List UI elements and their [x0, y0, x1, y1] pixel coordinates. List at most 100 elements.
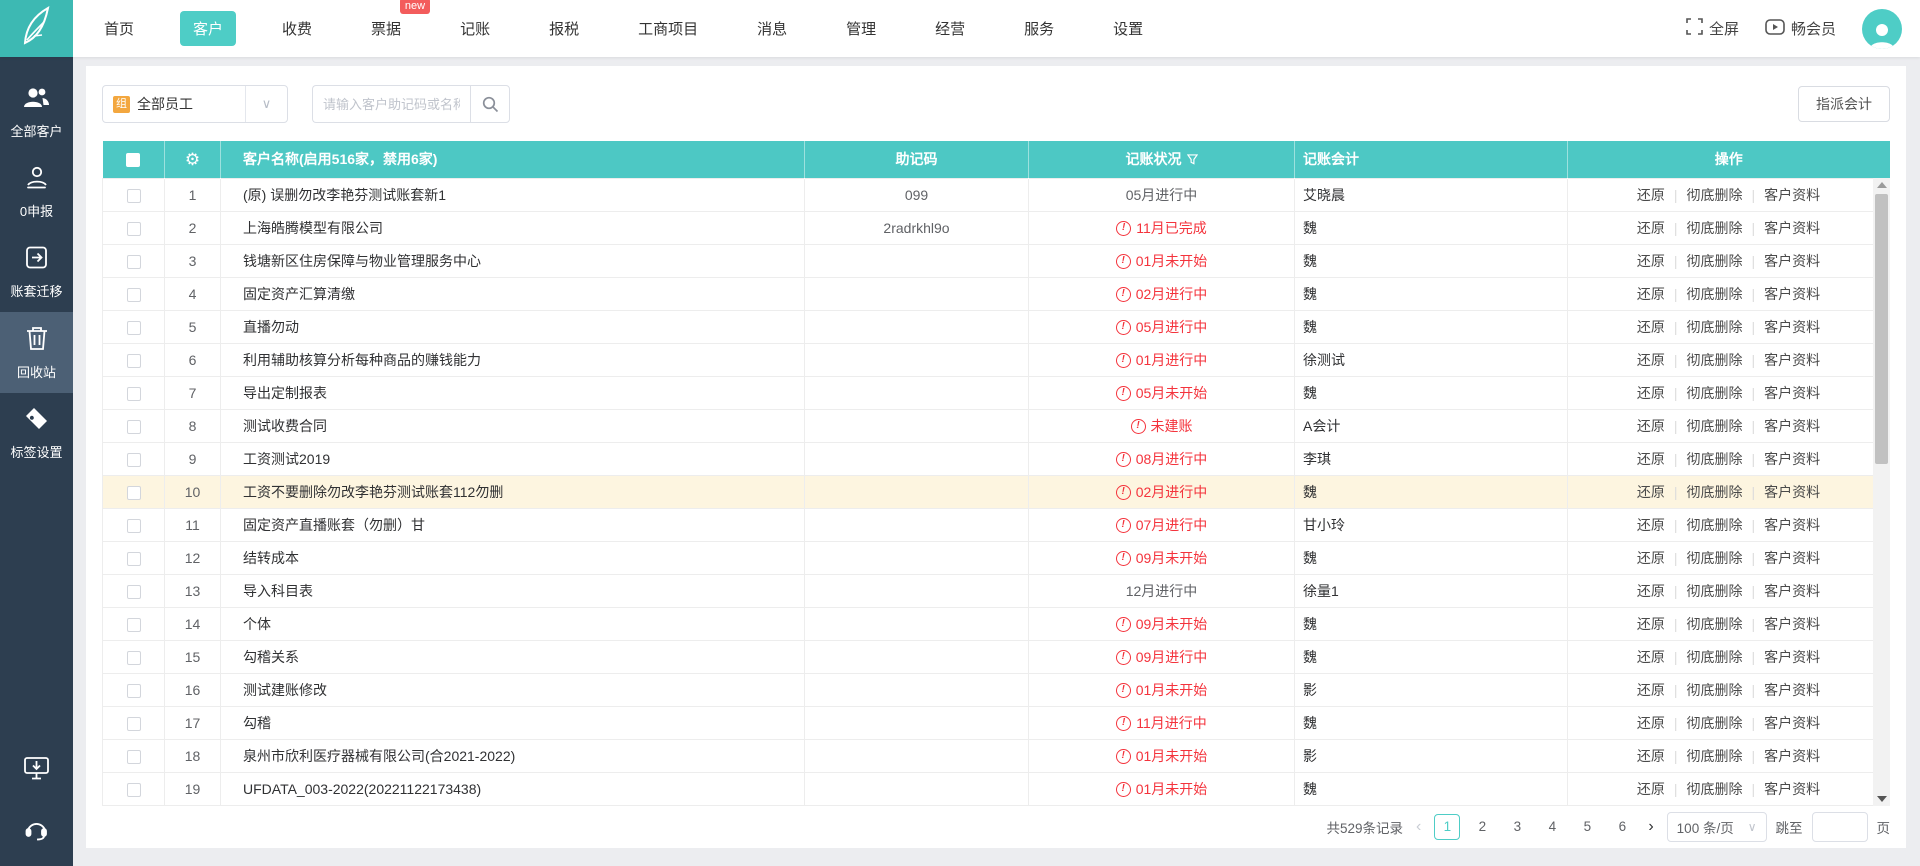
sidebar-item-标签设置[interactable]: 标签设置 [0, 393, 73, 473]
action-彻底删除[interactable]: 彻底删除 [1687, 781, 1743, 797]
action-客户资料[interactable]: 客户资料 [1764, 220, 1820, 236]
search-input[interactable] [312, 85, 470, 123]
action-客户资料[interactable]: 客户资料 [1764, 517, 1820, 533]
action-彻底删除[interactable]: 彻底删除 [1687, 253, 1743, 269]
page-4[interactable]: 4 [1539, 814, 1565, 840]
row-checkbox[interactable] [126, 254, 141, 269]
row-checkbox[interactable] [126, 518, 141, 533]
action-客户资料[interactable]: 客户资料 [1764, 352, 1820, 368]
action-还原[interactable]: 还原 [1637, 451, 1665, 467]
row-checkbox[interactable] [126, 551, 141, 566]
action-彻底删除[interactable]: 彻底删除 [1687, 319, 1743, 335]
app-logo[interactable] [0, 0, 73, 57]
action-彻底删除[interactable]: 彻底删除 [1687, 385, 1743, 401]
row-checkbox[interactable] [126, 353, 141, 368]
action-客户资料[interactable]: 客户资料 [1764, 451, 1820, 467]
row-checkbox[interactable] [126, 584, 141, 599]
page-1[interactable]: 1 [1434, 813, 1461, 840]
action-还原[interactable]: 还原 [1637, 253, 1665, 269]
row-checkbox[interactable] [126, 386, 141, 401]
action-客户资料[interactable]: 客户资料 [1764, 319, 1820, 335]
action-还原[interactable]: 还原 [1637, 484, 1665, 500]
nav-item-首页[interactable]: 首页 [91, 11, 147, 46]
action-还原[interactable]: 还原 [1637, 583, 1665, 599]
row-checkbox[interactable] [126, 683, 141, 698]
action-还原[interactable]: 还原 [1637, 187, 1665, 203]
jump-page-input[interactable] [1811, 811, 1868, 842]
row-checkbox[interactable] [126, 188, 141, 203]
next-page-button[interactable]: › [1644, 818, 1657, 836]
action-彻底删除[interactable]: 彻底删除 [1687, 748, 1743, 764]
action-还原[interactable]: 还原 [1637, 220, 1665, 236]
search-button[interactable] [470, 85, 510, 123]
customer-name[interactable]: 利用辅助核算分析每种商品的赚钱能力 [220, 342, 805, 377]
action-还原[interactable]: 还原 [1637, 616, 1665, 632]
row-checkbox[interactable] [126, 320, 141, 335]
customer-name[interactable]: 测试收费合同 [220, 408, 805, 443]
action-还原[interactable]: 还原 [1637, 352, 1665, 368]
action-客户资料[interactable]: 客户资料 [1764, 550, 1820, 566]
customer-name[interactable]: 测试建账修改 [220, 672, 805, 707]
row-checkbox[interactable] [126, 782, 141, 797]
page-6[interactable]: 6 [1609, 814, 1635, 840]
row-checkbox[interactable] [126, 452, 141, 467]
action-客户资料[interactable]: 客户资料 [1764, 187, 1820, 203]
customer-name[interactable]: UFDATA_003-2022(20221122173438) [220, 771, 805, 806]
action-客户资料[interactable]: 客户资料 [1764, 748, 1820, 764]
customer-name[interactable]: 工资不要删除勿改李艳芬测试账套112勿删 [220, 474, 805, 509]
sidebar-item-回收站[interactable]: 回收站 [0, 312, 73, 393]
row-checkbox[interactable] [126, 287, 141, 302]
action-彻底删除[interactable]: 彻底删除 [1687, 649, 1743, 665]
action-彻底删除[interactable]: 彻底删除 [1687, 352, 1743, 368]
row-checkbox[interactable] [126, 617, 141, 632]
action-彻底删除[interactable]: 彻底删除 [1687, 517, 1743, 533]
prev-page-button[interactable]: ‹ [1412, 818, 1425, 836]
member-button[interactable]: 畅会员 [1765, 18, 1836, 39]
nav-item-报税[interactable]: 报税 [536, 11, 592, 46]
sidebar-item-全部客户[interactable]: 全部客户 [0, 73, 73, 152]
customer-name[interactable]: 直播勿动 [220, 309, 805, 344]
support-icon[interactable] [24, 816, 49, 846]
sidebar-item-账套迁移[interactable]: 账套迁移 [0, 232, 73, 312]
header-status[interactable]: 记账状况 [1028, 141, 1295, 178]
customer-name[interactable]: 工资测试2019 [220, 441, 805, 476]
customer-name[interactable]: 上海皓腾模型有限公司 [220, 210, 805, 245]
customer-name[interactable]: 导出定制报表 [220, 375, 805, 410]
customer-name[interactable]: 固定资产汇算清缴 [220, 276, 805, 311]
action-还原[interactable]: 还原 [1637, 682, 1665, 698]
customer-name[interactable]: 钱塘新区住房保障与物业管理服务中心 [220, 243, 805, 278]
action-客户资料[interactable]: 客户资料 [1764, 715, 1820, 731]
action-客户资料[interactable]: 客户资料 [1764, 616, 1820, 632]
action-客户资料[interactable]: 客户资料 [1764, 484, 1820, 500]
row-checkbox[interactable] [126, 485, 141, 500]
action-客户资料[interactable]: 客户资料 [1764, 583, 1820, 599]
action-客户资料[interactable]: 客户资料 [1764, 682, 1820, 698]
action-彻底删除[interactable]: 彻底删除 [1687, 187, 1743, 203]
assign-accountant-button[interactable]: 指派会计 [1798, 86, 1890, 122]
action-客户资料[interactable]: 客户资料 [1764, 253, 1820, 269]
table-scrollbar[interactable] [1873, 178, 1890, 806]
action-还原[interactable]: 还原 [1637, 286, 1665, 302]
action-还原[interactable]: 还原 [1637, 517, 1665, 533]
action-还原[interactable]: 还原 [1637, 550, 1665, 566]
action-客户资料[interactable]: 客户资料 [1764, 286, 1820, 302]
action-彻底删除[interactable]: 彻底删除 [1687, 286, 1743, 302]
action-客户资料[interactable]: 客户资料 [1764, 385, 1820, 401]
action-还原[interactable]: 还原 [1637, 715, 1665, 731]
scroll-down-arrow[interactable] [1873, 792, 1890, 806]
customer-name[interactable]: 勾稽关系 [220, 639, 805, 674]
action-彻底删除[interactable]: 彻底删除 [1687, 715, 1743, 731]
nav-item-消息[interactable]: 消息 [744, 11, 800, 46]
employee-filter-dropdown[interactable]: 组 全部员工 ∨ [102, 85, 288, 123]
action-还原[interactable]: 还原 [1637, 385, 1665, 401]
action-彻底删除[interactable]: 彻底删除 [1687, 451, 1743, 467]
action-彻底删除[interactable]: 彻底删除 [1687, 484, 1743, 500]
select-all-checkbox[interactable] [126, 153, 141, 168]
action-客户资料[interactable]: 客户资料 [1764, 418, 1820, 434]
nav-item-客户[interactable]: 客户 [180, 11, 237, 46]
nav-item-记账[interactable]: 记账 [447, 11, 503, 46]
action-客户资料[interactable]: 客户资料 [1764, 649, 1820, 665]
action-彻底删除[interactable]: 彻底删除 [1687, 616, 1743, 632]
client-download-icon[interactable] [23, 756, 50, 786]
user-avatar[interactable] [1862, 8, 1902, 49]
